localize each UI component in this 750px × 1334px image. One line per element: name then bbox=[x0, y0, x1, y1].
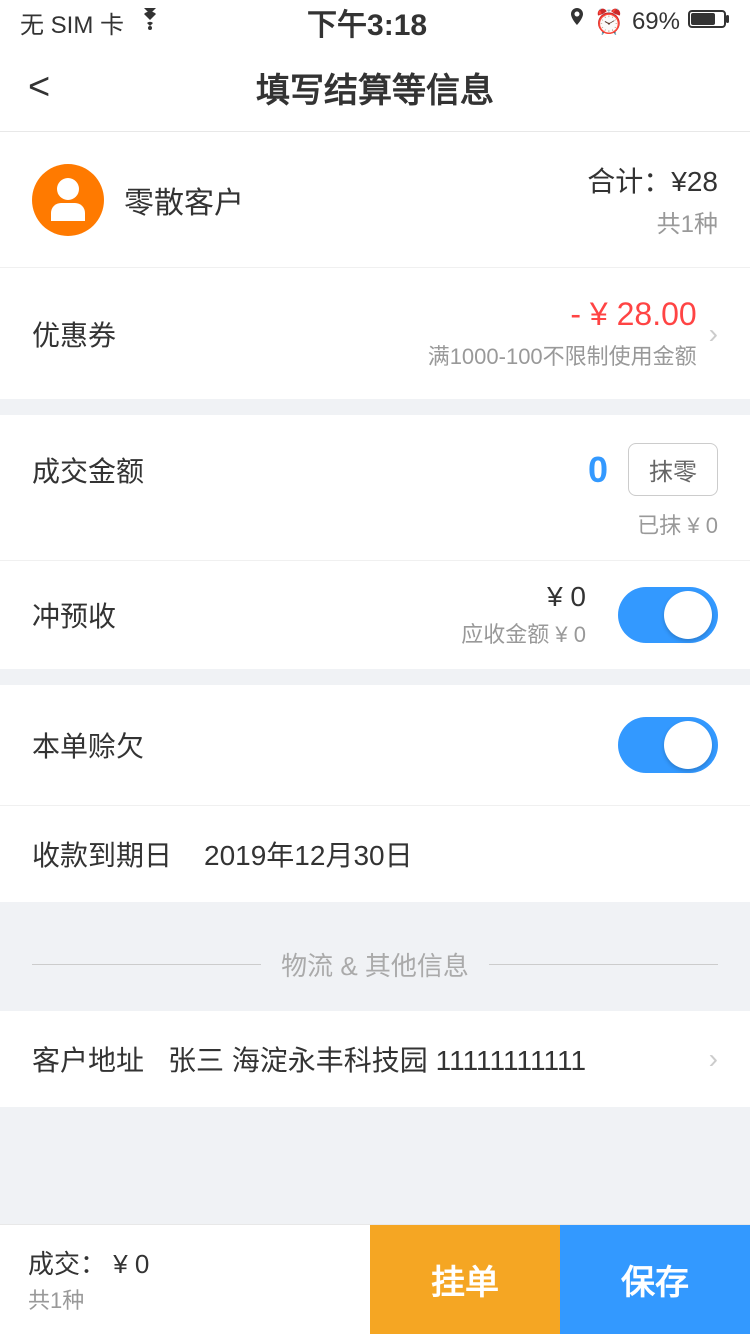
transaction-right: 0 抹零 bbox=[588, 443, 718, 496]
due-date-row: 收款到期日 2019年12月30日 bbox=[0, 805, 750, 902]
coupon-right: - ¥ 28.00 满1000-100不限制使用金额 › bbox=[428, 296, 718, 371]
bottom-amount: ¥ 0 bbox=[113, 1249, 149, 1279]
avatar-icon bbox=[51, 178, 85, 221]
nav-bar: < 填写结算等信息 bbox=[0, 44, 750, 132]
status-time: 下午3:18 bbox=[307, 0, 427, 44]
customer-avatar bbox=[32, 164, 104, 236]
status-bar: 无 SIM 卡 下午3:18 ⏰ 69% bbox=[0, 0, 750, 44]
round-button[interactable]: 抹零 bbox=[628, 443, 718, 496]
prepaid-main-value: ¥ 0 bbox=[461, 581, 586, 613]
debt-toggle-knob bbox=[664, 721, 712, 769]
page-title: 填写结算等信息 bbox=[256, 63, 494, 112]
logistics-line-right bbox=[489, 964, 718, 965]
debt-row: 本单赊欠 bbox=[0, 685, 750, 805]
hang-button[interactable]: 挂单 bbox=[370, 1225, 560, 1334]
prepaid-right: ¥ 0 应收金额 ¥ 0 bbox=[461, 581, 718, 649]
address-value: 张三 海淀永丰科技园 11111111111 bbox=[168, 1039, 709, 1079]
battery-icon bbox=[688, 8, 730, 37]
prepaid-label: 冲预收 bbox=[32, 595, 116, 635]
address-card: 客户地址 张三 海淀永丰科技园 11111111111 › bbox=[0, 1011, 750, 1107]
coupon-discount: - ¥ 28.00 bbox=[428, 296, 697, 333]
chevron-icon: › bbox=[709, 318, 718, 350]
logistics-line-left bbox=[32, 964, 261, 965]
due-date-value: 2019年12月30日 bbox=[204, 834, 413, 874]
sim-status: 无 SIM 卡 bbox=[20, 5, 124, 40]
transaction-card: 成交金额 0 抹零 已抹 ¥ 0 冲预收 ¥ 0 应收金额 ¥ 0 bbox=[0, 415, 750, 669]
logistics-header: 物流 & 其他信息 bbox=[0, 918, 750, 1011]
status-right: ⏰ 69% bbox=[568, 8, 730, 37]
wifi-icon bbox=[134, 8, 166, 37]
save-button[interactable]: 保存 bbox=[560, 1225, 750, 1334]
coupon-value-col: - ¥ 28.00 满1000-100不限制使用金额 bbox=[428, 296, 697, 371]
debt-label: 本单赊欠 bbox=[32, 725, 144, 765]
prepaid-sub-value: 应收金额 ¥ 0 bbox=[461, 617, 586, 649]
already-rounded: 已抹 ¥ 0 bbox=[0, 508, 750, 560]
address-row[interactable]: 客户地址 张三 海淀永丰科技园 11111111111 › bbox=[0, 1011, 750, 1107]
alarm-icon: ⏰ bbox=[594, 8, 624, 37]
status-left: 无 SIM 卡 bbox=[20, 5, 166, 40]
bottom-deal-label: 成交： ¥ 0 bbox=[28, 1244, 342, 1281]
total-amount: 合计：¥28 bbox=[587, 160, 718, 200]
content: 零散客户 合计：¥28 共1种 优惠券 - ¥ 28.00 满1000-100不… bbox=[0, 132, 750, 1243]
transaction-value: 0 bbox=[588, 449, 608, 491]
debt-toggle[interactable] bbox=[618, 717, 718, 773]
location-icon bbox=[568, 8, 586, 37]
prepaid-toggle[interactable] bbox=[618, 587, 718, 643]
coupon-label: 优惠券 bbox=[32, 314, 116, 354]
customer-row: 零散客户 合计：¥28 共1种 bbox=[0, 132, 750, 267]
prepaid-row: 冲预收 ¥ 0 应收金额 ¥ 0 bbox=[0, 560, 750, 669]
coupon-subtext: 满1000-100不限制使用金额 bbox=[428, 339, 697, 371]
coupon-row[interactable]: 优惠券 - ¥ 28.00 满1000-100不限制使用金额 › bbox=[0, 267, 750, 399]
customer-summary: 合计：¥28 共1种 bbox=[587, 160, 718, 239]
logistics-title: 物流 & 其他信息 bbox=[281, 946, 469, 983]
due-date-label: 收款到期日 bbox=[32, 834, 172, 874]
bottom-info: 成交： ¥ 0 共1种 bbox=[0, 1244, 370, 1315]
toggle-knob bbox=[664, 591, 712, 639]
bottom-bar: 成交： ¥ 0 共1种 挂单 保存 bbox=[0, 1224, 750, 1334]
battery-text: 69% bbox=[632, 8, 680, 36]
address-chevron-icon: › bbox=[709, 1043, 718, 1075]
transaction-label: 成交金额 bbox=[32, 450, 144, 490]
customer-card: 零散客户 合计：¥28 共1种 优惠券 - ¥ 28.00 满1000-100不… bbox=[0, 132, 750, 399]
debt-card: 本单赊欠 收款到期日 2019年12月30日 bbox=[0, 685, 750, 902]
prepaid-values: ¥ 0 应收金额 ¥ 0 bbox=[461, 581, 586, 649]
back-button[interactable]: < bbox=[28, 66, 50, 109]
item-count: 共1种 bbox=[587, 204, 718, 239]
customer-left: 零散客户 bbox=[32, 164, 244, 236]
address-label: 客户地址 bbox=[32, 1039, 144, 1079]
bottom-count: 共1种 bbox=[28, 1283, 342, 1315]
customer-name: 零散客户 bbox=[124, 178, 244, 222]
transaction-row: 成交金额 0 抹零 bbox=[0, 415, 750, 508]
